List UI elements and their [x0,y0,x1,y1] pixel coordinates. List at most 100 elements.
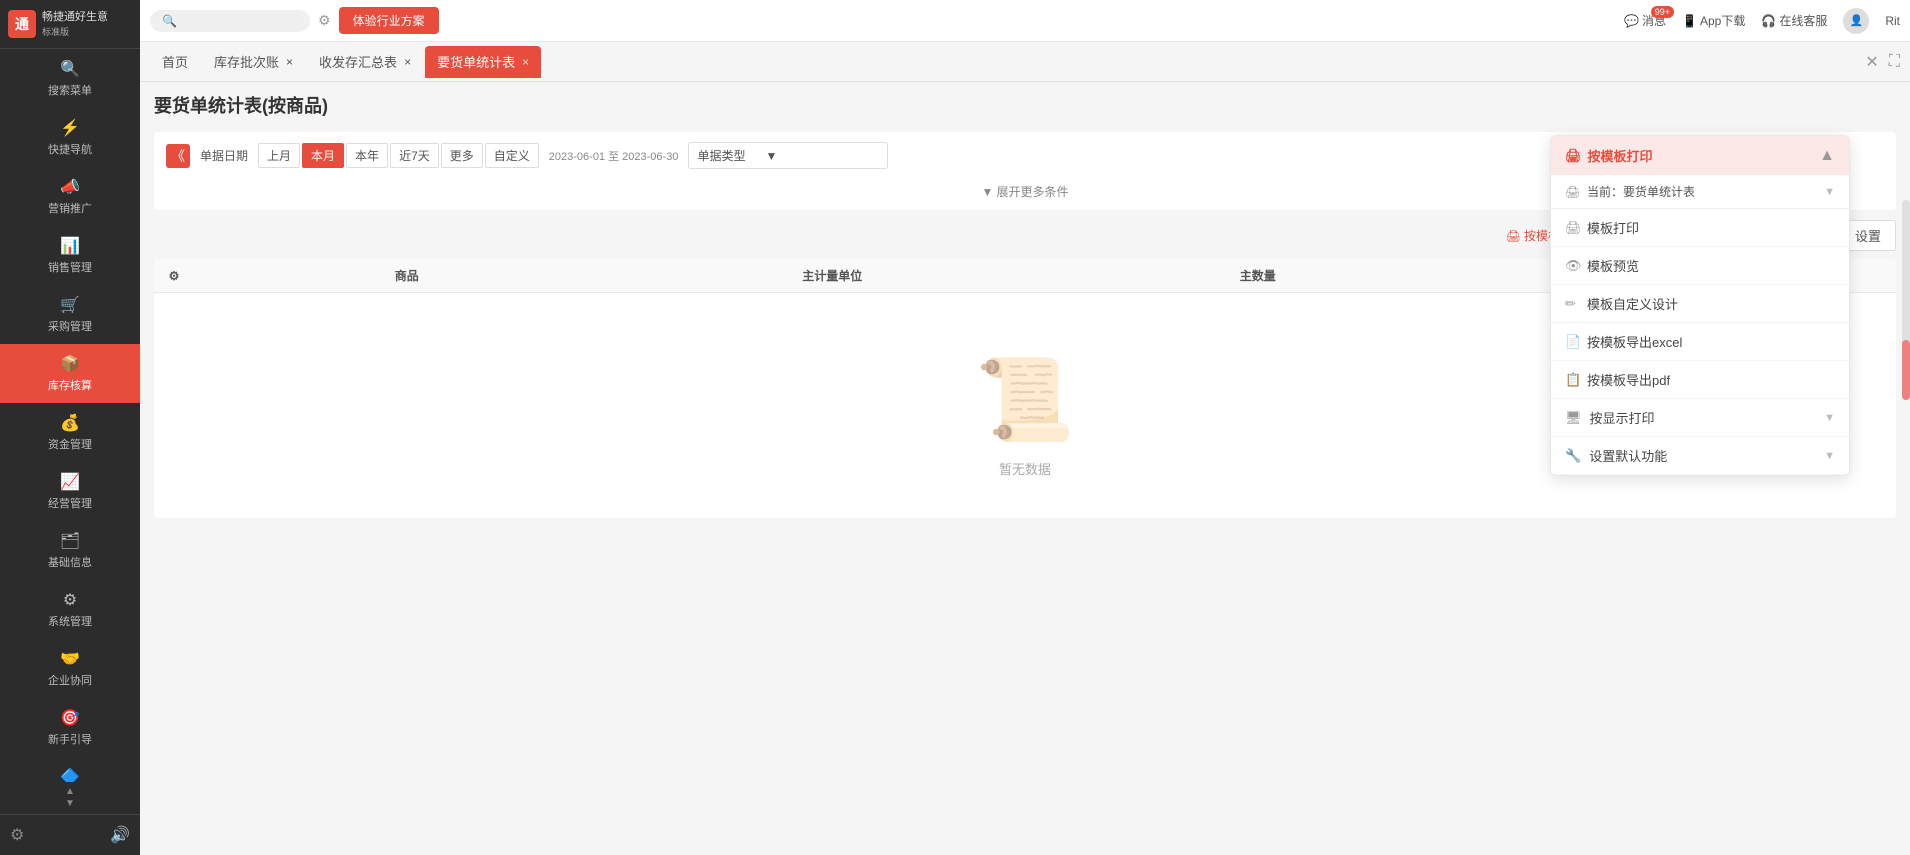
date-btn-last-month[interactable]: 上月 [258,143,300,168]
finance-icon: 💰 [60,413,80,433]
date-filter-buttons: 上月 本月 本年 近7天 更多 自定义 [258,143,539,168]
date-btn-this-year[interactable]: 本年 [346,143,388,168]
dropdown-title: 按模板打印 [1588,146,1653,165]
date-btn-custom[interactable]: 自定义 [485,143,539,168]
date-btn-7days[interactable]: 近7天 [390,143,439,168]
tab-inventory-batch[interactable]: 库存批次账 × [202,46,305,78]
app-download-action[interactable]: 📱 App下载 [1682,12,1745,29]
sidebar-item-label-inventory: 库存核算 [48,377,92,393]
topbar-search-box[interactable]: 🔍 [150,10,310,32]
message-action[interactable]: 💬 消息 99+ [1624,12,1666,29]
trial-button[interactable]: 体验行业方案 [339,7,439,34]
purchase-icon: 🛒 [60,295,80,315]
tab-order-stats-close[interactable]: × [522,55,529,69]
sidebar-item-collab[interactable]: 🤝 企业协同 [0,639,140,698]
tabs-bar: 首页 库存批次账 × 收发存汇总表 × 要货单统计表 × ✕ ⛶ [140,42,1910,82]
sidebar-item-guide[interactable]: 🎯 新手引导 [0,698,140,757]
sidebar-item-basic[interactable]: 🗂 基础信息 [0,521,140,580]
sidebar-item-shortcut[interactable]: ⚡ 快捷导航 [0,108,140,167]
topbar-actions: 💬 消息 99+ 📱 App下载 🎧 在线客服 👤 Rit [1624,8,1900,34]
dropdown-item-template-pdf[interactable]: 📋 按模板导出pdf [1551,361,1849,399]
right-scrollbar[interactable] [1902,200,1910,400]
template-print-label: 模板打印 [1587,218,1639,237]
sidebar-item-marketing[interactable]: 📣 营销推广 [0,167,140,226]
tab-home-label: 首页 [162,52,188,71]
sidebar-logo: 通 畅捷通好生意 标准版 [0,0,140,49]
tab-inventory-batch-close[interactable]: × [286,55,293,69]
dropdown-item-template-preview[interactable]: 👁 模板预览 [1551,247,1849,285]
online-service-action[interactable]: 🎧 在线客服 [1761,12,1827,29]
operations-icon: 📈 [60,472,80,492]
print-icon: 🖨 [1506,229,1521,243]
dropdown-current-icon: 🖨 [1565,185,1580,199]
sidebar-item-label-guide: 新手引导 [48,731,92,747]
dropdown-sub-display-left: 🖥 按显示打印 [1565,408,1655,427]
sidebar-item-sales[interactable]: 📊 销售管理 [0,226,140,285]
dropdown-item-template-custom[interactable]: ✏ 模板自定义设计 [1551,285,1849,323]
tab-order-stats-label: 要货单统计表 [437,52,515,71]
inventory-icon: 📦 [60,354,80,374]
topbar-search-icon: 🔍 [162,14,177,28]
page-title: 要货单统计表(按商品) [154,92,1896,118]
sidebar: 通 畅捷通好生意 标准版 🔍 搜索菜单 ⚡ 快捷导航 📣 营销推广 📊 销售管理… [0,0,140,855]
settings-icon[interactable]: ⚙ [10,825,24,845]
shortcut-icon: ⚡ [60,118,80,138]
tab-receivable-summary-close[interactable]: × [404,55,411,69]
sidebar-item-label-search: 搜索菜单 [48,82,92,98]
display-print-chevron: ▼ [1824,412,1835,424]
sidebar-nav: 🔍 搜索菜单 ⚡ 快捷导航 📣 营销推广 📊 销售管理 🛒 采购管理 📦 库存核… [0,49,140,782]
speaker-icon[interactable]: 🔊 [110,825,130,845]
col-unit: 主计量单位 [620,267,1046,284]
col-settings[interactable]: ⚙ [154,269,194,283]
sidebar-scroll-down[interactable]: ▼ [65,798,75,810]
logo-icon: 通 [8,10,36,38]
date-btn-more[interactable]: 更多 [441,143,483,168]
tab-receivable-summary[interactable]: 收发存汇总表 × [307,46,423,78]
filter-expand-button[interactable]: 《 [166,144,190,168]
template-excel-label: 按模板导出excel [1587,332,1682,351]
empty-text: 暂无数据 [999,459,1051,478]
sidebar-item-label-sales: 销售管理 [48,259,92,275]
sales-icon: 📊 [60,236,80,256]
date-btn-this-month[interactable]: 本月 [302,143,344,168]
expand-more-button[interactable]: ▼ 展开更多条件 [982,183,1069,200]
order-type-select[interactable]: 单据类型 ▼ [688,142,888,169]
app-download-icon: 📱 [1682,14,1697,28]
dropdown-header: 🖨 按模板打印 ▲ [1551,136,1849,175]
expand-more-icon: ▼ [982,185,994,199]
tab-home[interactable]: 首页 [150,46,200,78]
topbar-gear-icon[interactable]: ⚙ [318,12,331,29]
template-pdf-icon: 📋 [1565,372,1581,388]
guide-icon: 🎯 [60,708,80,728]
logo-badge: 标准版 [42,25,108,38]
default-fn-label: 设置默认功能 [1589,446,1667,465]
dropdown-item-template-excel[interactable]: 📄 按模板导出excel [1551,323,1849,361]
close-window-button[interactable]: ✕ [1865,52,1878,72]
resize-window-button[interactable]: ⛶ [1889,53,1900,71]
dropdown-sub-display-print[interactable]: 🖥 按显示打印 ▼ [1551,399,1849,437]
sidebar-item-operations[interactable]: 📈 经营管理 [0,462,140,521]
sidebar-item-purchase[interactable]: 🛒 采购管理 [0,285,140,344]
dropdown-item-template-print[interactable]: 🖨 模板打印 [1551,209,1849,247]
sidebar-item-inventory[interactable]: 📦 库存核算 [0,344,140,403]
online-service-icon: 🎧 [1761,14,1776,28]
sidebar-item-system[interactable]: ⚙ 系统管理 [0,580,140,639]
default-fn-chevron: ▼ [1824,450,1835,462]
dropdown-current-label: 当前：要货单统计表 [1587,183,1695,200]
dropdown-sub-default-fn[interactable]: 🔧 设置默认功能 ▼ [1551,437,1849,475]
dropdown-current[interactable]: 🖨 当前：要货单统计表 ▼ [1551,175,1849,209]
user-avatar[interactable]: 👤 [1843,8,1869,34]
order-type-chevron: ▼ [765,149,777,163]
sidebar-item-finance[interactable]: 💰 资金管理 [0,403,140,462]
dropdown-current-chevron: ▼ [1824,186,1835,198]
sidebar-scroll-up[interactable]: ▲ [65,786,75,798]
tab-order-stats[interactable]: 要货单统计表 × [425,46,541,78]
logo-text: 畅捷通好生意 [42,10,108,24]
dropdown-close-button[interactable]: ▲ [1819,147,1835,165]
username-label: Rit [1885,14,1900,28]
sidebar-item-label-basic: 基础信息 [48,554,92,570]
tab-inventory-batch-label: 库存批次账 [214,52,279,71]
sidebar-item-search[interactable]: 🔍 搜索菜单 [0,49,140,108]
basic-icon: 🗂 [60,531,80,551]
sidebar-item-appstore[interactable]: 🔷 应用中心 [0,757,140,782]
